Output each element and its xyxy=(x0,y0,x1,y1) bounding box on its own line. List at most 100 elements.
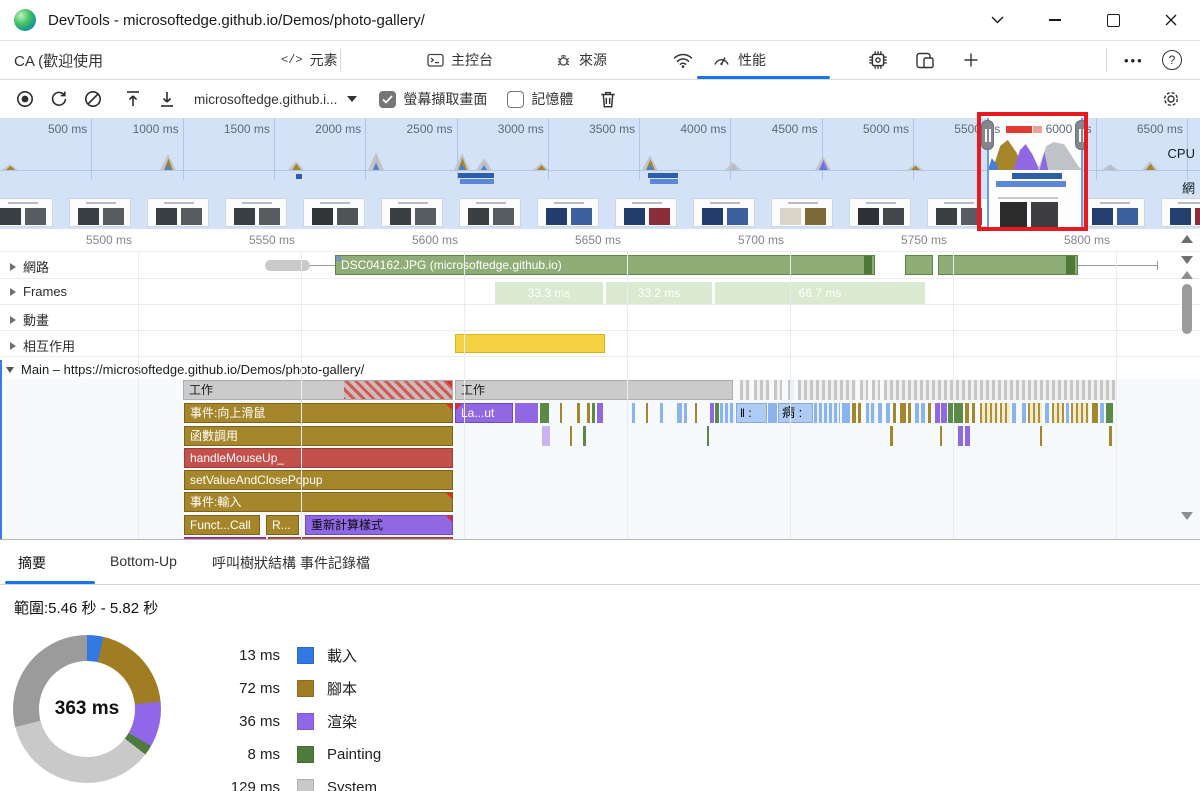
flame-segment[interactable] xyxy=(788,380,794,400)
tab-summary[interactable]: 摘要 xyxy=(18,553,46,573)
flame-segment[interactable] xyxy=(1045,403,1049,423)
flame-set-value[interactable]: setValueAndClosePopup xyxy=(184,470,453,490)
flame-segment[interactable] xyxy=(710,403,714,423)
flame-segment[interactable] xyxy=(1052,403,1064,423)
dock-chevron-button[interactable] xyxy=(968,0,1026,40)
filmstrip-frame[interactable] xyxy=(771,198,833,227)
tab-performance[interactable]: 性能 xyxy=(712,41,766,79)
filmstrip-frame[interactable] xyxy=(381,198,443,227)
flame-segment[interactable] xyxy=(597,403,603,423)
scrollbar-up-arrow[interactable] xyxy=(1181,271,1193,279)
tab-event-log[interactable]: 事件記錄檔 xyxy=(300,553,370,573)
filmstrip-frame[interactable] xyxy=(615,198,677,227)
flame-segment[interactable] xyxy=(1012,403,1016,423)
flame-r[interactable]: R... xyxy=(266,515,299,535)
flame-segment[interactable] xyxy=(915,403,919,423)
flame-segment[interactable] xyxy=(577,403,580,423)
flame-segment[interactable] xyxy=(660,403,663,423)
memory-checkbox[interactable]: 記憶體 xyxy=(507,89,573,109)
flame-segment[interactable] xyxy=(646,403,648,423)
flame-segment[interactable] xyxy=(560,403,562,423)
flame-segment[interactable] xyxy=(1000,403,1010,423)
save-profile-button[interactable] xyxy=(150,84,184,114)
row-animation[interactable]: 動畫 xyxy=(0,310,49,329)
row-interaction[interactable]: 相互作用 xyxy=(0,336,75,355)
frame-bar[interactable]: 33.3 ms xyxy=(495,282,603,304)
flame-segment[interactable] xyxy=(740,380,750,400)
flame-segment[interactable] xyxy=(940,426,942,446)
flame-segment[interactable] xyxy=(684,403,687,423)
clear-button[interactable] xyxy=(76,84,110,114)
tab-welcome[interactable]: CA (歡迎使用 xyxy=(14,41,103,79)
flame-segment[interactable] xyxy=(814,403,840,423)
flame-segment[interactable] xyxy=(587,403,590,423)
flame-segment[interactable] xyxy=(774,380,782,400)
flame-segment[interactable] xyxy=(515,403,538,423)
flame-segment[interactable] xyxy=(632,403,635,423)
network-request-bar[interactable]: DSC04162.JPG (microsoftedge.github.io) xyxy=(335,255,875,275)
flame-segment[interactable] xyxy=(1066,403,1069,423)
row-frames[interactable]: Frames xyxy=(0,284,67,299)
flame-segment[interactable] xyxy=(958,426,963,446)
screenshots-checkbox[interactable]: 螢幕擷取畫面 xyxy=(379,89,487,109)
flame-segment[interactable] xyxy=(941,403,947,423)
flame-task[interactable]: 工作 xyxy=(183,380,453,400)
network-request-bar-3[interactable] xyxy=(938,255,1078,275)
flame-task-2[interactable]: 工作 xyxy=(455,380,733,400)
flame-segment[interactable] xyxy=(592,403,595,423)
flame-segment[interactable] xyxy=(1071,403,1089,423)
profile-select-label[interactable]: microsoftedge.github.i... xyxy=(194,92,337,107)
flame-segment[interactable] xyxy=(542,426,550,446)
flame-segment[interactable] xyxy=(980,403,998,423)
tab-console[interactable]: 主控台 xyxy=(427,41,493,79)
tab-elements[interactable]: </> 元素 xyxy=(281,41,338,79)
flame-segment[interactable] xyxy=(583,426,586,446)
flame-segment[interactable] xyxy=(900,403,906,423)
flame-segment[interactable] xyxy=(842,403,850,423)
row-network[interactable]: 網路 xyxy=(0,257,49,276)
flame-segment[interactable] xyxy=(948,403,963,423)
flame-segment[interactable] xyxy=(935,403,940,423)
flame-fragment-2[interactable]: 病 : xyxy=(778,403,813,423)
flame-segment[interactable] xyxy=(886,403,890,423)
flame-bottom-red[interactable] xyxy=(268,537,453,540)
close-button[interactable] xyxy=(1142,0,1200,40)
more-options-button[interactable]: ••• xyxy=(1124,41,1144,79)
flame-segment[interactable] xyxy=(1100,403,1104,423)
pane-down-arrow[interactable] xyxy=(1181,256,1193,264)
flame-segment[interactable] xyxy=(677,403,682,423)
flame-segment[interactable] xyxy=(768,403,777,423)
filmstrip-frame[interactable] xyxy=(69,198,131,227)
flame-segment[interactable] xyxy=(1022,403,1026,423)
device-emulation-button[interactable] xyxy=(915,41,935,79)
flame-segment[interactable] xyxy=(908,403,911,423)
flame-segment[interactable] xyxy=(754,380,770,400)
flame-segment[interactable] xyxy=(707,426,709,446)
flame-fragment-1[interactable]: ‖ : xyxy=(736,403,767,423)
flame-handle-mouseup[interactable]: handleMouseUp_ xyxy=(184,448,453,468)
frame-bar[interactable]: 33.2 ms xyxy=(606,282,712,304)
filmstrip-frame[interactable] xyxy=(0,198,53,227)
reload-record-button[interactable] xyxy=(42,84,76,114)
flame-segment[interactable] xyxy=(1092,403,1098,423)
flame-segment[interactable] xyxy=(570,426,572,446)
network-conditions-button[interactable] xyxy=(672,41,694,79)
profile-select-arrow-icon[interactable] xyxy=(347,96,357,102)
flame-segment[interactable] xyxy=(720,403,735,423)
flame-segment[interactable] xyxy=(965,426,970,446)
flame-segment[interactable] xyxy=(715,403,719,423)
more-tools-button[interactable] xyxy=(963,41,979,79)
help-button[interactable]: ? xyxy=(1162,41,1182,79)
flame-segment[interactable] xyxy=(860,380,868,400)
flame-segment[interactable] xyxy=(878,403,882,423)
flame-event-mouseup[interactable]: 事件:向上滑鼠 xyxy=(184,403,453,423)
tab-call-tree[interactable]: 呼叫樹狀結構 xyxy=(212,553,296,573)
flame-segment[interactable] xyxy=(884,380,1116,400)
flame-segment[interactable] xyxy=(928,403,931,423)
flame-segment[interactable] xyxy=(852,403,856,423)
minimize-button[interactable] xyxy=(1026,0,1084,40)
flame-function-call[interactable]: 函數調用 xyxy=(184,426,453,446)
flame-segment[interactable] xyxy=(965,403,969,423)
network-queue-bar[interactable] xyxy=(265,260,310,271)
network-request-bar-2[interactable] xyxy=(905,255,933,275)
